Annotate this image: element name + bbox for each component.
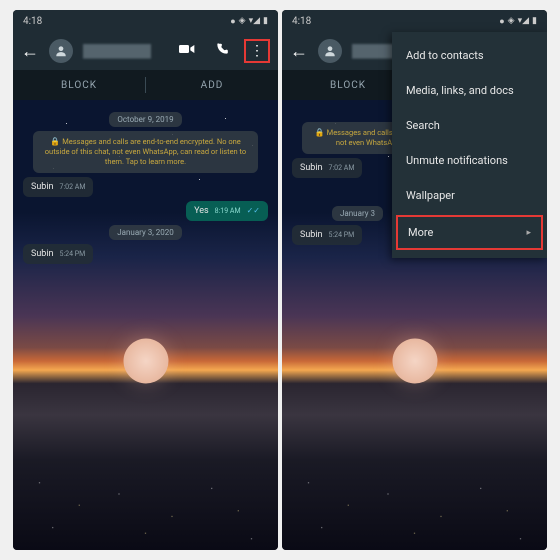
- back-icon[interactable]: ←: [290, 41, 308, 62]
- action-tabs: BLOCK ADD: [13, 70, 278, 100]
- status-icons: ●◈▾◢▮: [499, 16, 537, 27]
- menu-media[interactable]: Media, links, and docs: [392, 73, 547, 108]
- date-badge: October 9, 2019: [109, 112, 181, 127]
- add-tab[interactable]: ADD: [146, 80, 278, 91]
- status-time: 4:18: [23, 16, 42, 27]
- contact-name[interactable]: ████████: [83, 44, 164, 58]
- status-bar: 4:18 ●◈▾◢▮: [282, 10, 547, 32]
- date-badge: January 3, 2020: [109, 225, 182, 240]
- avatar[interactable]: [318, 39, 342, 63]
- phone-screenshot-left: 4:18 ●◈▾◢▮ ← ████████ ⋮ BLOCK ADD Octobe…: [13, 10, 278, 550]
- read-ticks-icon: ✓✓: [247, 206, 260, 215]
- message-incoming[interactable]: Subin5:24 PM: [292, 225, 362, 245]
- more-options-icon[interactable]: ⋮: [244, 39, 270, 63]
- voice-call-icon[interactable]: [210, 42, 234, 60]
- phone-screenshot-right: 4:18 ●◈▾◢▮ ← ████████ BLOCK ADD 🔒Message…: [282, 10, 547, 550]
- lock-icon: 🔒: [315, 128, 325, 137]
- menu-wallpaper[interactable]: Wallpaper: [392, 178, 547, 213]
- menu-unmute[interactable]: Unmute notifications: [392, 143, 547, 178]
- avatar[interactable]: [49, 39, 73, 63]
- message-incoming[interactable]: Subin7:02 AM: [292, 158, 362, 178]
- menu-more[interactable]: More▸: [396, 215, 543, 250]
- date-badge: January 3: [332, 206, 383, 221]
- message-incoming[interactable]: Subin5:24 PM: [23, 244, 93, 264]
- message-outgoing[interactable]: Yes8:19 AM✓✓: [186, 201, 268, 221]
- block-tab[interactable]: BLOCK: [13, 80, 145, 91]
- chat-header: ← ████████ ⋮: [13, 32, 278, 70]
- menu-add-contacts[interactable]: Add to contacts: [392, 38, 547, 73]
- status-icons: ●◈▾◢▮: [230, 16, 268, 27]
- chevron-right-icon: ▸: [526, 228, 531, 238]
- back-icon[interactable]: ←: [21, 41, 39, 62]
- chat-messages[interactable]: October 9, 2019 🔒Messages and calls are …: [13, 100, 278, 550]
- encryption-notice[interactable]: 🔒Messages and calls are end-to-end encry…: [33, 131, 258, 173]
- video-call-icon[interactable]: [174, 43, 200, 59]
- status-time: 4:18: [292, 16, 311, 27]
- menu-search[interactable]: Search: [392, 108, 547, 143]
- options-menu: Add to contacts Media, links, and docs S…: [392, 32, 547, 258]
- message-incoming[interactable]: Subin7:02 AM: [23, 177, 93, 197]
- lock-icon: 🔒: [50, 137, 60, 146]
- status-bar: 4:18 ●◈▾◢▮: [13, 10, 278, 32]
